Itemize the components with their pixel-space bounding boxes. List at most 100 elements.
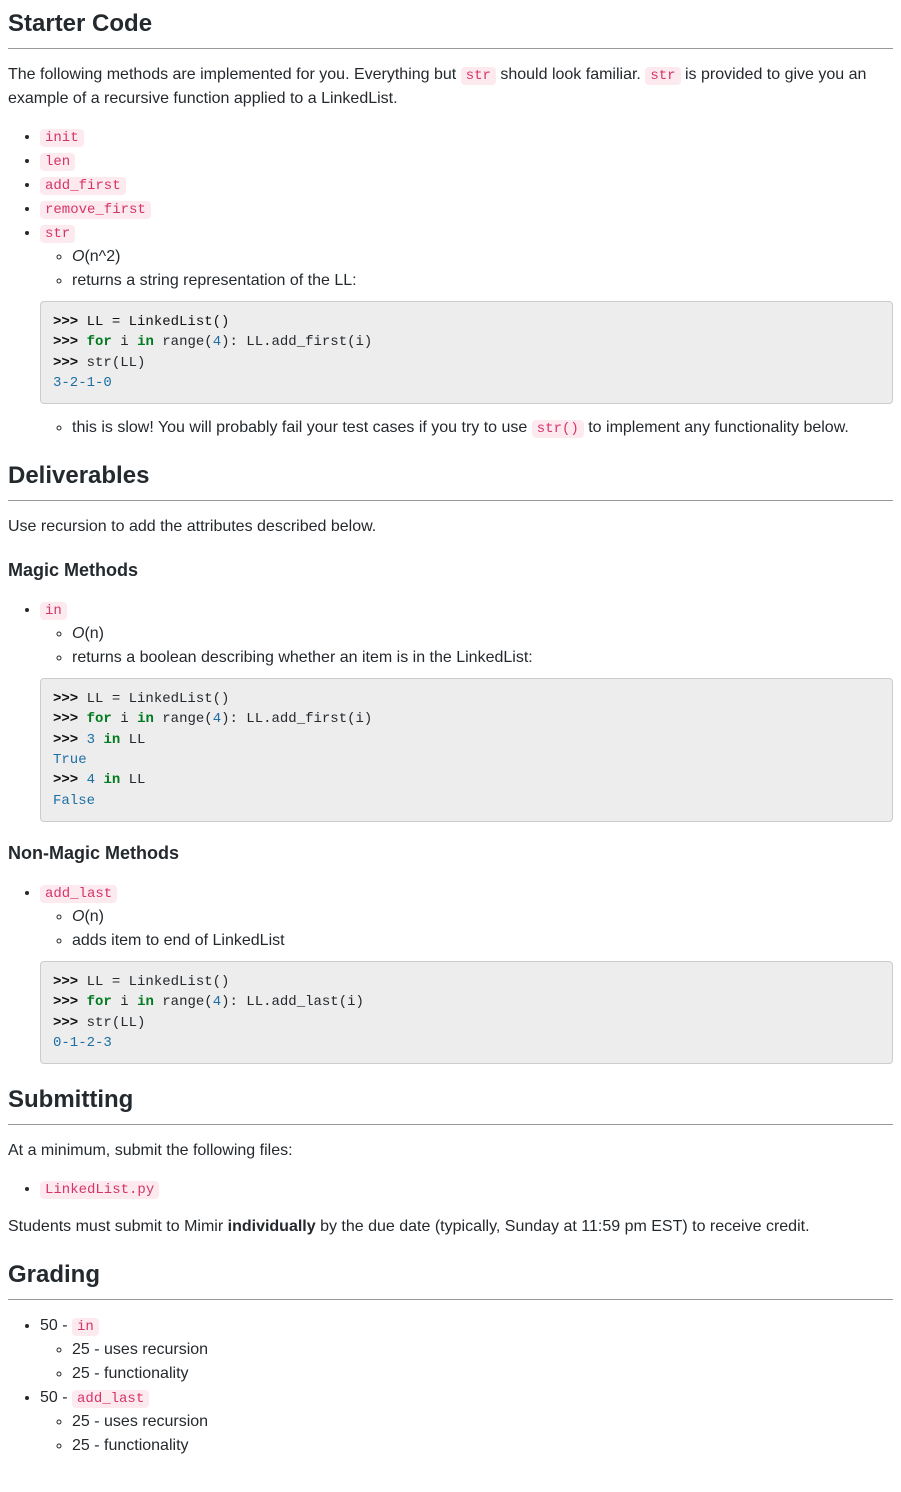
list-item: O(n) bbox=[72, 622, 893, 646]
tok: >>> bbox=[53, 732, 78, 748]
starter-intro: The following methods are implemented fo… bbox=[8, 63, 893, 111]
code-init: init bbox=[40, 129, 84, 147]
tok: in bbox=[137, 334, 154, 350]
tok: in bbox=[137, 994, 154, 1010]
big-o-value: (n) bbox=[84, 625, 104, 642]
list-item: adds item to end of LinkedList bbox=[72, 929, 893, 953]
tok: LL = LinkedList() bbox=[78, 691, 229, 707]
sep: - bbox=[90, 1437, 104, 1454]
list-item: 25 - uses recursion bbox=[72, 1338, 893, 1362]
sep: - bbox=[90, 1413, 104, 1430]
code-len: len bbox=[40, 153, 75, 171]
tok: for bbox=[87, 994, 112, 1010]
sep: - bbox=[90, 1341, 104, 1358]
list-item: this is slow! You will probably fail you… bbox=[72, 416, 893, 440]
tok: ): LL.add_first(i) bbox=[221, 711, 372, 727]
list-item: 25 - functionality bbox=[72, 1434, 893, 1458]
list-item: init bbox=[40, 125, 893, 149]
tok: range( bbox=[154, 334, 213, 350]
code-block-add-last-example: >>> LL = LinkedList() >>> for i in range… bbox=[40, 961, 893, 1064]
label: uses recursion bbox=[104, 1341, 208, 1358]
big-o-prefix: O bbox=[72, 248, 84, 265]
submitting-intro: At a minimum, submit the following files… bbox=[8, 1139, 893, 1163]
text: The following methods are implemented fo… bbox=[8, 66, 461, 83]
tok: i bbox=[112, 994, 137, 1010]
non-magic-method-list: add_last O(n) adds item to end of Linked… bbox=[8, 881, 893, 1064]
tok: LL bbox=[120, 772, 145, 788]
tok: >>> bbox=[53, 314, 78, 330]
list-item: add_last O(n) adds item to end of Linked… bbox=[40, 881, 893, 1064]
in-sublist: O(n) returns a boolean describing whethe… bbox=[40, 622, 893, 670]
points: 50 bbox=[40, 1317, 58, 1334]
tok: 4 bbox=[213, 711, 221, 727]
code-filename: LinkedList.py bbox=[40, 1181, 159, 1199]
list-item: 25 - uses recursion bbox=[72, 1410, 893, 1434]
tok: >>> bbox=[53, 994, 78, 1010]
list-item: str O(n^2) returns a string representati… bbox=[40, 221, 893, 440]
str-sublist: O(n^2) returns a string representation o… bbox=[40, 245, 893, 293]
heading-grading: Grading bbox=[8, 1257, 893, 1300]
tok: >>> bbox=[53, 974, 78, 990]
big-o-value: (n^2) bbox=[84, 248, 120, 265]
label: uses recursion bbox=[104, 1413, 208, 1430]
code-str-2: str bbox=[645, 67, 680, 85]
text: by the due date (typically, Sunday at 11… bbox=[316, 1218, 810, 1235]
heading-starter-code: Starter Code bbox=[8, 6, 893, 49]
code-add-first: add_first bbox=[40, 177, 126, 195]
tok: False bbox=[53, 793, 95, 809]
submitting-note: Students must submit to Mimir individual… bbox=[8, 1215, 893, 1239]
points: 50 bbox=[40, 1389, 58, 1406]
tok: 0-1-2-3 bbox=[53, 1035, 112, 1051]
tok: 3 bbox=[87, 732, 95, 748]
tok: for bbox=[87, 334, 112, 350]
list-item: add_first bbox=[40, 173, 893, 197]
tok: i bbox=[112, 334, 137, 350]
tok: 4 bbox=[213, 334, 221, 350]
tok: in bbox=[103, 732, 120, 748]
tok: ): LL.add_last(i) bbox=[221, 994, 364, 1010]
tok bbox=[78, 334, 86, 350]
text-bold: individually bbox=[228, 1218, 316, 1235]
list-item: returns a boolean describing whether an … bbox=[72, 646, 893, 670]
starter-method-list: init len add_first remove_first str O(n^… bbox=[8, 125, 893, 440]
tok bbox=[78, 711, 86, 727]
tok: LL bbox=[120, 732, 145, 748]
tok: ): LL.add_first(i) bbox=[221, 334, 372, 350]
big-o-value: (n) bbox=[84, 908, 104, 925]
list-item: O(n) bbox=[72, 905, 893, 929]
tok bbox=[78, 994, 86, 1010]
tok: for bbox=[87, 711, 112, 727]
list-item: returns a string representation of the L… bbox=[72, 269, 893, 293]
big-o-prefix: O bbox=[72, 625, 84, 642]
tok: >>> bbox=[53, 334, 78, 350]
text: to implement any functionality below. bbox=[584, 419, 849, 436]
tok: range( bbox=[154, 711, 213, 727]
grading-sublist: 25 - uses recursion 25 - functionality bbox=[40, 1338, 893, 1386]
grading-sublist: 25 - uses recursion 25 - functionality bbox=[40, 1410, 893, 1458]
sep: - bbox=[90, 1365, 104, 1382]
add-last-sublist: O(n) adds item to end of LinkedList bbox=[40, 905, 893, 953]
text: this is slow! You will probably fail you… bbox=[72, 419, 532, 436]
tok: str(LL) bbox=[78, 355, 145, 371]
str-warning-list: this is slow! You will probably fail you… bbox=[40, 416, 893, 440]
tok: >>> bbox=[53, 691, 78, 707]
code-str-call: str() bbox=[532, 420, 584, 438]
list-item: 25 - functionality bbox=[72, 1362, 893, 1386]
tok: 4 bbox=[87, 772, 95, 788]
tok bbox=[78, 732, 86, 748]
tok: 3-2-1-0 bbox=[53, 375, 112, 391]
code-in: in bbox=[40, 602, 67, 620]
pts: 25 bbox=[72, 1413, 90, 1430]
tok: range( bbox=[154, 994, 213, 1010]
list-item: remove_first bbox=[40, 197, 893, 221]
list-item: len bbox=[40, 149, 893, 173]
pts: 25 bbox=[72, 1341, 90, 1358]
tok: True bbox=[53, 752, 87, 768]
sep: - bbox=[58, 1317, 72, 1334]
code-str: str bbox=[40, 225, 75, 243]
tok: in bbox=[103, 772, 120, 788]
tok: 4 bbox=[213, 994, 221, 1010]
tok bbox=[78, 772, 86, 788]
tok: >>> bbox=[53, 772, 78, 788]
grading-list: 50 - in 25 - uses recursion 25 - functio… bbox=[8, 1314, 893, 1458]
